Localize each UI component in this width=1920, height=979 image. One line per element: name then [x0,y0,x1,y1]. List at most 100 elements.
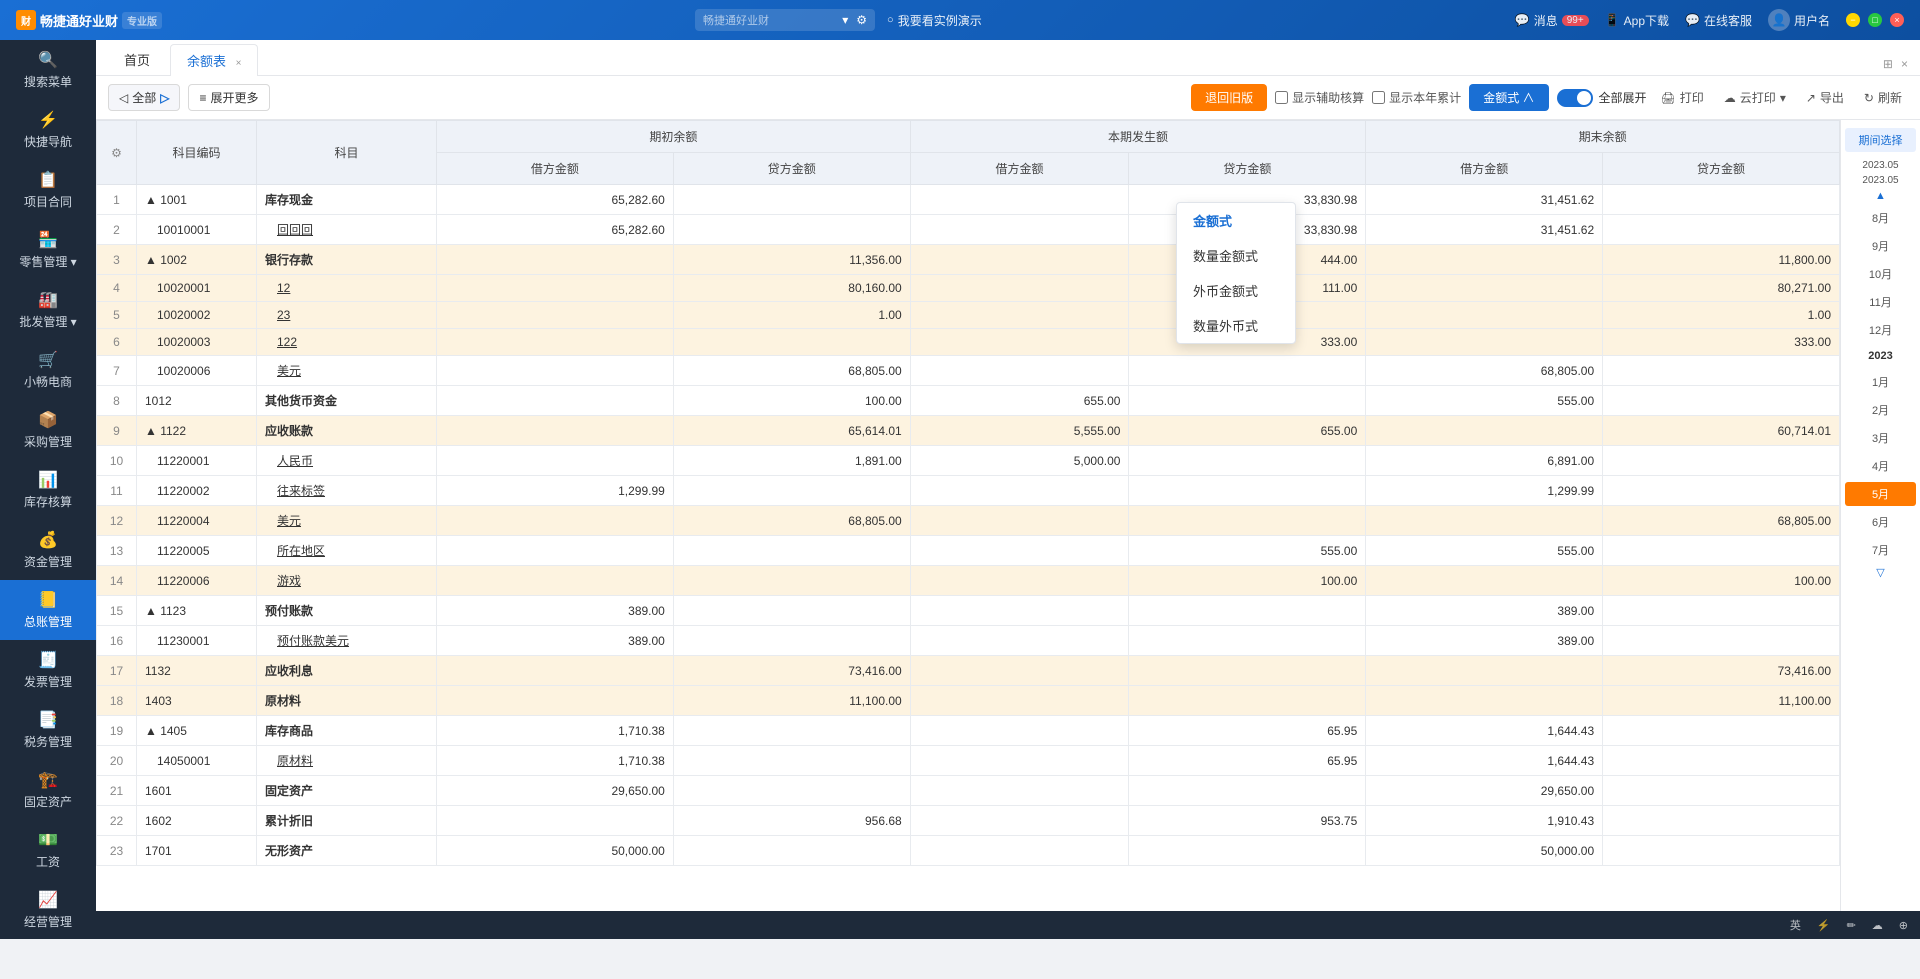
sidebar-item-wholesale[interactable]: 🏭 批发管理 ▾ [0,280,96,340]
tab-restore-btn[interactable]: ⊞ [1883,57,1893,71]
window-minimize[interactable]: − [1846,13,1860,27]
tab-close-btn[interactable]: × [1901,57,1908,71]
status-cloud[interactable]: ☁ [1872,919,1883,932]
table-row[interactable]: 10 11220001 人民币 1,891.00 5,000.00 6,891.… [97,446,1840,476]
tab-close-balance[interactable]: × [236,58,242,69]
filter-right-arrow[interactable]: ▷ [160,91,169,105]
table-row[interactable]: 13 11220005 所在地区 555.00 555.00 [97,536,1840,566]
period-down-icon[interactable]: ▽ [1876,566,1884,579]
row-name-10: 往来标签 [257,476,437,506]
table-row[interactable]: 11 11220002 往来标签 1,299.99 1,299.99 [97,476,1840,506]
row-name-8: 应收账款 [257,416,437,446]
expand-icon: ≡ [199,91,206,105]
period-up-icon[interactable]: ▲ [1875,190,1886,202]
month-12[interactable]: 12月 [1845,318,1916,342]
status-add[interactable]: ⊕ [1899,919,1908,932]
month-1[interactable]: 1月 [1845,370,1916,394]
sidebar-item-tax[interactable]: 📑 税务管理 [0,700,96,760]
tab-balance[interactable]: 余额表 × [170,44,258,76]
support-btn[interactable]: 💬 在线客服 [1685,12,1752,29]
table-container[interactable]: ⚙ 科目编码 科目 期初余额 本期发生额 期末余额 借方金额 贷方金额 借方金额 [96,120,1840,911]
table-row[interactable]: 21 1601 固定资产 29,650.00 29,650.00 [97,776,1840,806]
dropdown-item-foreign-amount[interactable]: 外币金额式 [1177,273,1295,308]
sidebar-item-purchase[interactable]: 📦 采购管理 [0,400,96,460]
refresh-btn[interactable]: ↻ 刷新 [1858,85,1908,110]
filter-all[interactable]: ◁ 全部 ▷ [108,84,180,111]
return-old-version-btn[interactable]: 退回旧版 [1191,84,1267,111]
table-row[interactable]: 23 1701 无形资产 50,000.00 50,000.00 [97,836,1840,866]
expand-more-btn[interactable]: ≡ 展开更多 [188,84,269,111]
month-6[interactable]: 6月 [1845,510,1916,534]
sidebar-item-inventory[interactable]: 📊 库存核算 [0,460,96,520]
row-ob-credit-18 [673,716,910,746]
table-row[interactable]: 1 ▲ 1001 库存现金 65,282.60 33,830.98 31,451… [97,185,1840,215]
row-cp-debit-4 [910,302,1129,329]
message-btn[interactable]: 💬 消息 99+ [1515,12,1589,29]
month-8[interactable]: 8月 [1845,206,1916,230]
cloud-print-btn[interactable]: ☁ 云打印 ▾ [1718,85,1792,110]
table-row[interactable]: 16 11230001 预付账款美元 389.00 389.00 [97,626,1840,656]
export-btn[interactable]: ↗ 导出 [1800,85,1850,110]
month-3[interactable]: 3月 [1845,426,1916,450]
month-5[interactable]: 5月 [1845,482,1916,506]
checkbox-annual-input[interactable] [1372,91,1385,104]
month-11[interactable]: 11月 [1845,290,1916,314]
status-lightning[interactable]: ⚡ [1817,919,1831,932]
sidebar-item-salary[interactable]: 💵 工资 [0,820,96,880]
table-row[interactable]: 8 1012 其他货币资金 100.00 655.00 555.00 [97,386,1840,416]
checkbox-auxiliary-input[interactable] [1275,91,1288,104]
user-avatar[interactable]: 👤 用户名 [1768,9,1830,31]
print-btn[interactable]: 🖨 打印 [1655,85,1710,110]
sidebar-item-invoice[interactable]: 🧾 发票管理 [0,640,96,700]
sidebar-item-ecommerce[interactable]: 🛒 小畅电商 [0,340,96,400]
table-row[interactable]: 22 1602 累计折旧 956.68 953.75 1,910.43 [97,806,1840,836]
month-7[interactable]: 7月 [1845,538,1916,562]
sidebar-item-accounting[interactable]: 📒 总账管理 [0,580,96,640]
th-settings[interactable]: ⚙ [97,121,137,185]
row-ob-debit-10: 1,299.99 [437,476,674,506]
table-row[interactable]: 2 10010001 回回回 65,282.60 33,830.98 31,45… [97,215,1840,245]
month-2[interactable]: 2月 [1845,398,1916,422]
amount-type-btn[interactable]: 金额式 ∧ [1469,84,1548,111]
status-edit[interactable]: ✏ [1847,919,1856,932]
table-row[interactable]: 18 1403 原材料 11,100.00 11,100.00 [97,686,1840,716]
table-row[interactable]: 3 ▲ 1002 银行存款 11,356.00 444.00 11,800.00 [97,245,1840,275]
checkbox-annual[interactable]: 显示本年累计 [1372,89,1461,106]
table-row[interactable]: 12 11220004 美元 68,805.00 68,805.00 [97,506,1840,536]
sidebar-item-nav[interactable]: ⚡ 快捷导航 [0,100,96,160]
sidebar-item-retail[interactable]: 🏪 零售管理 ▾ [0,220,96,280]
dropdown-item-amount[interactable]: 金额式 [1177,203,1295,238]
table-row[interactable]: 15 ▲ 1123 预付账款 389.00 389.00 [97,596,1840,626]
table-row[interactable]: 9 ▲ 1122 应收账款 65,614.01 5,555.00 655.00 … [97,416,1840,446]
settings-icon[interactable]: ⚙ [856,13,867,27]
sidebar-item-operations[interactable]: 📈 经营管理 [0,880,96,939]
status-lang[interactable]: 英 [1790,917,1801,933]
table-row[interactable]: 19 ▲ 1405 库存商品 1,710.38 65.95 1,644.43 [97,716,1840,746]
demo-link[interactable]: ○ 我要看实例演示 [887,12,982,29]
checkbox-auxiliary[interactable]: 显示辅助核算 [1275,89,1364,106]
month-10[interactable]: 10月 [1845,262,1916,286]
row-index-3: 4 [97,275,137,302]
table-row[interactable]: 17 1132 应收利息 73,416.00 73,416.00 [97,656,1840,686]
window-maximize[interactable]: □ [1868,13,1882,27]
table-row[interactable]: 20 14050001 原材料 1,710.38 65.95 1,644.43 [97,746,1840,776]
sidebar-item-capital[interactable]: 💰 资金管理 [0,520,96,580]
table-row[interactable]: 7 10020006 美元 68,805.00 68,805.00 [97,356,1840,386]
sidebar-item-search[interactable]: 🔍 搜索菜单 [0,40,96,100]
table-row[interactable]: 6 10020003 122 333.00 333.00 [97,329,1840,356]
sidebar-item-project[interactable]: 📋 项目合同 [0,160,96,220]
dropdown-item-qty-amount[interactable]: 数量金额式 [1177,238,1295,273]
month-4[interactable]: 4月 [1845,454,1916,478]
tab-home[interactable]: 首页 [108,44,166,75]
month-9[interactable]: 9月 [1845,234,1916,258]
dropdown-icon[interactable]: ▾ [842,13,848,27]
dropdown-item-qty-foreign[interactable]: 数量外币式 [1177,308,1295,343]
settings-gear-icon2[interactable]: ⚙ [111,146,122,160]
table-row[interactable]: 14 11220006 游戏 100.00 100.00 [97,566,1840,596]
table-row[interactable]: 5 10020002 23 1.00 1.00 [97,302,1840,329]
sidebar-item-assets[interactable]: 🏗️ 固定资产 [0,760,96,820]
window-close[interactable]: × [1890,13,1904,27]
download-btn[interactable]: 📱 App下载 [1605,12,1669,29]
expand-toggle[interactable] [1557,89,1593,107]
table-row[interactable]: 4 10020001 12 80,160.00 111.00 80,271.00 [97,275,1840,302]
